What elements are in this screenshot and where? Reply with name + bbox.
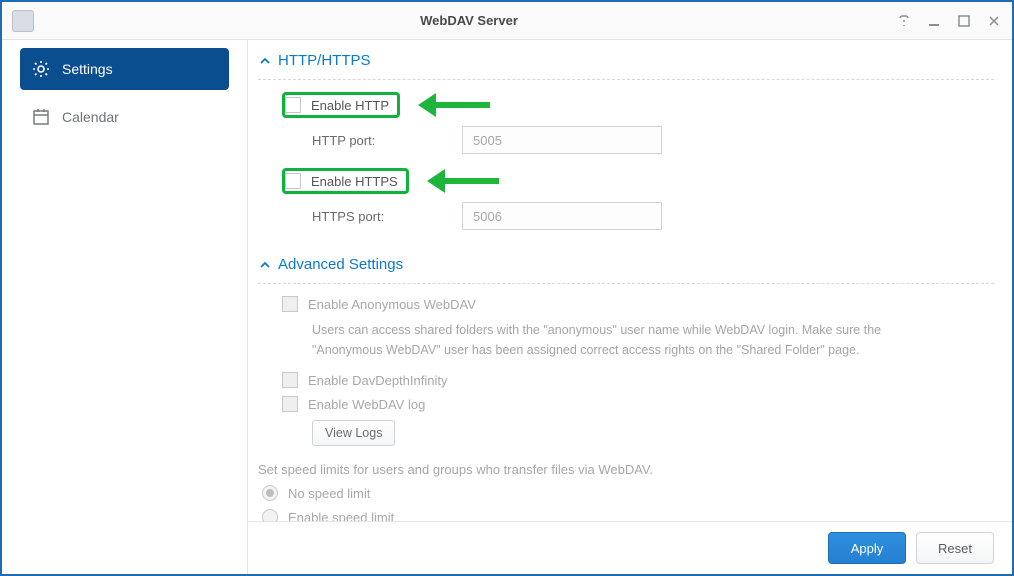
depth-checkbox[interactable] <box>282 372 298 388</box>
app-icon <box>12 10 34 32</box>
apply-button[interactable]: Apply <box>828 532 906 564</box>
window-controls <box>896 13 1002 29</box>
chevron-down-icon <box>258 54 272 68</box>
http-port-row: HTTP port: <box>258 122 994 158</box>
section-title: HTTP/HTTPS <box>278 52 371 69</box>
app-window: WebDAV Server Settings <box>0 0 1014 576</box>
enable-http-label: Enable HTTP <box>311 98 389 113</box>
section-header-http[interactable]: HTTP/HTTPS <box>258 48 994 80</box>
enable-limit-label: Enable speed limit <box>288 510 394 522</box>
close-icon[interactable] <box>986 13 1002 29</box>
no-limit-radio[interactable] <box>262 485 278 501</box>
https-port-label: HTTPS port: <box>312 209 462 224</box>
arrow-annotation <box>427 173 499 189</box>
titlebar: WebDAV Server <box>2 2 1012 40</box>
enable-http-highlight: Enable HTTP <box>282 92 400 118</box>
https-port-input[interactable] <box>462 202 662 230</box>
section-title: Advanced Settings <box>278 256 403 273</box>
http-port-input[interactable] <box>462 126 662 154</box>
maximize-icon[interactable] <box>956 13 972 29</box>
http-port-label: HTTP port: <box>312 133 462 148</box>
window-title: WebDAV Server <box>42 13 896 28</box>
speed-intro: Set speed limits for users and groups wh… <box>258 458 994 481</box>
content: HTTP/HTTPS Enable HTTP HTTP port: <box>248 40 1012 574</box>
depth-label: Enable DavDepthInfinity <box>308 373 447 388</box>
enable-http-row: Enable HTTP <box>258 88 994 122</box>
sidebar-item-label: Settings <box>62 61 113 77</box>
footer: Apply Reset <box>248 521 1012 574</box>
radio-enable-row: Enable speed limit <box>258 505 994 521</box>
chevron-down-icon <box>258 258 272 272</box>
no-limit-label: No speed limit <box>288 486 370 501</box>
calendar-icon <box>32 108 50 126</box>
minimize-icon[interactable] <box>926 13 942 29</box>
view-logs-button[interactable]: View Logs <box>312 420 395 446</box>
gear-icon <box>32 60 50 78</box>
help-icon[interactable] <box>896 13 912 29</box>
anon-description: Users can access shared folders with the… <box>258 320 898 360</box>
enable-limit-radio[interactable] <box>262 509 278 521</box>
sidebar-item-settings[interactable]: Settings <box>20 48 229 90</box>
enable-http-checkbox[interactable] <box>285 97 301 113</box>
reset-button[interactable]: Reset <box>916 532 994 564</box>
anon-row: Enable Anonymous WebDAV <box>258 292 994 316</box>
content-scroll[interactable]: HTTP/HTTPS Enable HTTP HTTP port: <box>248 40 1012 521</box>
enable-https-label: Enable HTTPS <box>311 174 398 189</box>
sidebar-item-label: Calendar <box>62 109 119 125</box>
section-header-advanced[interactable]: Advanced Settings <box>258 252 994 284</box>
anon-label: Enable Anonymous WebDAV <box>308 297 476 312</box>
sidebar: Settings Calendar <box>2 40 248 574</box>
depth-row: Enable DavDepthInfinity <box>258 368 994 392</box>
enable-https-checkbox[interactable] <box>285 173 301 189</box>
log-label: Enable WebDAV log <box>308 397 425 412</box>
arrow-annotation <box>418 97 490 113</box>
log-row: Enable WebDAV log <box>258 392 994 416</box>
log-checkbox[interactable] <box>282 396 298 412</box>
enable-https-row: Enable HTTPS <box>258 164 994 198</box>
anon-checkbox[interactable] <box>282 296 298 312</box>
sidebar-item-calendar[interactable]: Calendar <box>20 96 229 138</box>
enable-https-highlight: Enable HTTPS <box>282 168 409 194</box>
https-port-row: HTTPS port: <box>258 198 994 234</box>
radio-nolimit-row: No speed limit <box>258 481 994 505</box>
body: Settings Calendar HTTP/HTTPS <box>2 40 1012 574</box>
